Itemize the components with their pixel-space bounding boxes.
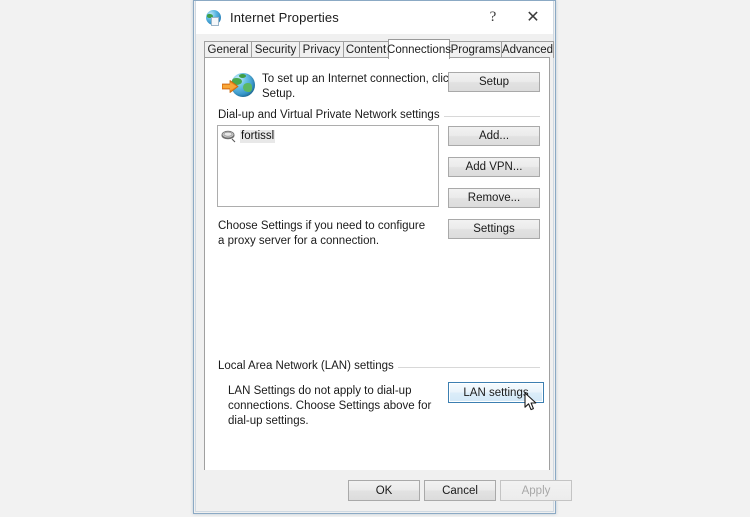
tab-privacy[interactable]: Privacy [299,41,344,58]
tab-security[interactable]: Security [251,41,300,58]
title-bar-buttons: ? ✕ [473,1,553,34]
dialog-footer: OK Cancel Apply [196,470,572,511]
add-button[interactable]: Add... [448,126,540,146]
tab-connections[interactable]: Connections [387,39,451,59]
close-icon: ✕ [526,8,540,26]
settings-button[interactable]: Settings [448,219,540,239]
tab-general[interactable]: General [204,41,252,58]
lan-settings-button[interactable]: LAN settings [448,382,544,403]
question-mark-icon: ? [489,9,497,25]
title-bar: Internet Properties ? ✕ [196,1,553,34]
window-title: Internet Properties [230,10,339,25]
tab-programs[interactable]: Programs [449,41,502,58]
internet-properties-icon [206,9,222,26]
internet-properties-dialog: Internet Properties ? ✕ General Security… [193,0,572,514]
lan-helper-text: LAN Settings do not apply to dial-up con… [228,385,432,427]
cancel-button[interactable]: Cancel [424,480,496,501]
connections-listbox[interactable]: fortissl [217,125,439,207]
tab-strip: General Security Privacy Content Connect… [204,39,554,59]
tab-content[interactable]: Content [343,41,389,58]
list-item-label: fortissl [240,130,276,143]
globe-with-arrow-icon [222,73,255,99]
list-item[interactable]: fortissl [221,129,276,144]
connections-panel: To set up an Internet connection, click … [204,57,550,473]
setup-button[interactable]: Setup [448,72,540,92]
add-vpn-button[interactable]: Add VPN... [448,157,540,177]
close-button[interactable]: ✕ [513,2,553,34]
setup-description: To set up an Internet connection, click … [262,73,455,100]
help-button[interactable]: ? [473,2,513,34]
modem-icon [221,130,236,143]
dialog-inner-frame: Internet Properties ? ✕ General Security… [195,1,572,512]
remove-button[interactable]: Remove... [448,188,540,208]
dialup-group-label: Dial-up and Virtual Private Network sett… [218,109,444,121]
lan-group-label: Local Area Network (LAN) settings [218,360,398,372]
ok-button[interactable]: OK [348,480,420,501]
apply-button: Apply [500,480,572,501]
tab-advanced[interactable]: Advanced [501,41,554,58]
proxy-helper-text: Choose Settings if you need to configure… [218,220,426,247]
